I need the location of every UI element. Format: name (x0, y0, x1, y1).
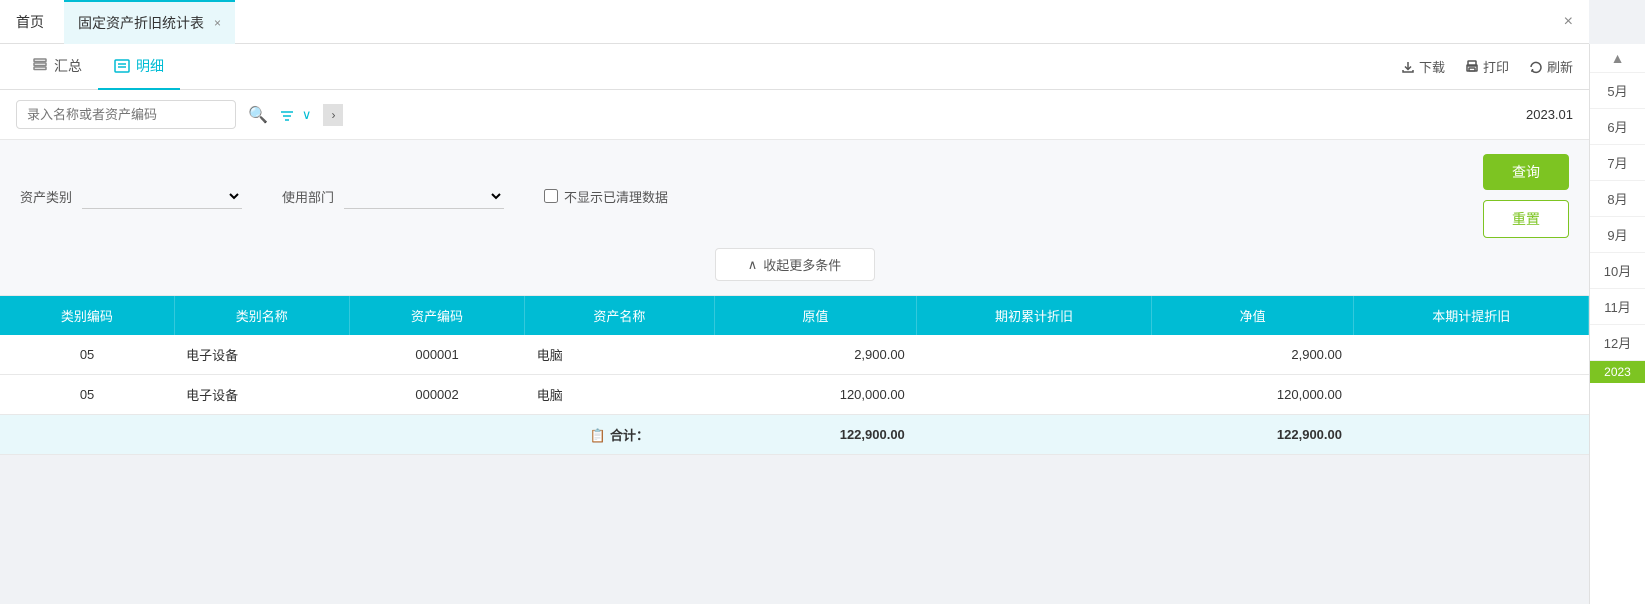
download-icon (1401, 60, 1415, 74)
tab-detail[interactable]: 明细 (98, 44, 180, 90)
cell-category-name: 电子设备 (174, 375, 349, 415)
refresh-button[interactable]: 刷新 (1529, 57, 1573, 76)
month-7[interactable]: 7月 (1590, 145, 1645, 181)
total-current-depreciation (1354, 415, 1589, 455)
total-label: 📋合计： (525, 415, 714, 455)
asset-type-filter: 资产类别 (20, 183, 242, 209)
cell-current-depreciation (1354, 375, 1589, 415)
search-input[interactable] (16, 100, 236, 129)
year-badge[interactable]: 2023 (1590, 361, 1645, 383)
expand-date-panel-button[interactable]: › (323, 104, 343, 126)
data-table: 类别编码 类别名称 资产编码 资产名称 原值 期初累计折旧 净值 本期计提折旧 … (0, 296, 1589, 455)
hide-cleared-checkbox[interactable] (544, 189, 558, 203)
collapse-filter-button[interactable]: ∧ 收起更多条件 (715, 248, 875, 281)
cell-net-value: 2,900.00 (1151, 335, 1354, 375)
col-category-name: 类别名称 (174, 296, 349, 335)
toolbar-right: 下载 打印 刷新 (1401, 57, 1573, 76)
data-table-wrapper: 类别编码 类别名称 资产编码 资产名称 原值 期初累计折旧 净值 本期计提折旧 … (0, 296, 1589, 455)
tab-close-icon[interactable]: × (214, 16, 221, 30)
print-button[interactable]: 打印 (1465, 57, 1509, 76)
cell-asset-code: 000002 (349, 375, 524, 415)
cell-asset-name: 电脑 (525, 375, 714, 415)
cell-net-value: 120,000.00 (1151, 375, 1354, 415)
tab-label: 固定资产折旧统计表 (78, 13, 204, 33)
refresh-icon (1529, 60, 1543, 74)
month-12[interactable]: 12月 (1590, 325, 1645, 361)
cell-asset-code: 000001 (349, 335, 524, 375)
cell-current-depreciation (1354, 335, 1589, 375)
search-bar: 🔍 ∨ › 2023.01 (0, 90, 1589, 140)
col-accumulated-depreciation: 期初累计折旧 (917, 296, 1151, 335)
total-net-value: 122,900.00 (1151, 415, 1354, 455)
asset-type-select[interactable] (82, 183, 242, 209)
department-label: 使用部门 (282, 187, 334, 206)
hide-cleared-label: 不显示已清理数据 (564, 187, 668, 206)
filter-area: 资产类别 使用部门 不显示已清理数据 查询 重置 ∧ (0, 140, 1589, 296)
chevron-up-icon: ∧ (748, 257, 758, 273)
detail-tab-label: 明细 (136, 56, 164, 76)
cell-category-code: 05 (0, 335, 174, 375)
hide-cleared-filter: 不显示已清理数据 (544, 187, 668, 206)
total-label-cell (0, 415, 525, 455)
cell-accumulated-depreciation (917, 335, 1151, 375)
department-filter: 使用部门 (282, 183, 504, 209)
sub-tabs-bar: 汇总 明细 下载 (0, 44, 1589, 90)
col-net-value: 净值 (1151, 296, 1354, 335)
print-icon (1465, 60, 1479, 74)
filter-icon (280, 108, 294, 122)
download-button[interactable]: 下载 (1401, 57, 1445, 76)
cell-category-code: 05 (0, 375, 174, 415)
col-category-code: 类别编码 (0, 296, 174, 335)
cell-original-value: 120,000.00 (714, 375, 917, 415)
col-asset-code: 资产编码 (349, 296, 524, 335)
month-scroll-up[interactable]: ▲ (1590, 44, 1645, 73)
table-header-row: 类别编码 类别名称 资产编码 资产名称 原值 期初累计折旧 净值 本期计提折旧 (0, 296, 1589, 335)
cell-asset-name: 电脑 (525, 335, 714, 375)
cell-original-value: 2,900.00 (714, 335, 917, 375)
table-row: 05 电子设备 000001 电脑 2,900.00 2,900.00 (0, 335, 1589, 375)
total-accumulated-depreciation (917, 415, 1151, 455)
summary-tab-label: 汇总 (54, 56, 82, 76)
month-10[interactable]: 10月 (1590, 253, 1645, 289)
month-8[interactable]: 8月 (1590, 181, 1645, 217)
layers-icon (32, 58, 48, 74)
active-tab[interactable]: 固定资产折旧统计表 × (64, 0, 235, 44)
home-nav[interactable]: 首页 (16, 12, 44, 32)
cell-accumulated-depreciation (917, 375, 1151, 415)
table-row: 05 电子设备 000002 电脑 120,000.00 120,000.00 (0, 375, 1589, 415)
tab-summary[interactable]: 汇总 (16, 44, 98, 90)
col-current-depreciation: 本期计提折旧 (1354, 296, 1589, 335)
list-icon (114, 58, 130, 74)
more-filter-button[interactable]: ∨ (280, 107, 312, 123)
search-icon[interactable]: 🔍 (248, 105, 268, 125)
cell-category-name: 电子设备 (174, 335, 349, 375)
month-11[interactable]: 11月 (1590, 289, 1645, 325)
date-label: 2023.01 (1526, 107, 1573, 122)
chevron-down-icon: ∨ (302, 107, 312, 123)
month-5[interactable]: 5月 (1590, 73, 1645, 109)
total-original-value: 122,900.00 (714, 415, 917, 455)
reset-button[interactable]: 重置 (1483, 200, 1569, 238)
col-asset-name: 资产名称 (525, 296, 714, 335)
asset-type-label: 资产类别 (20, 187, 72, 206)
query-button[interactable]: 查询 (1483, 154, 1569, 190)
filter-actions: 查询 重置 (1483, 154, 1569, 238)
month-9[interactable]: 9月 (1590, 217, 1645, 253)
window-close-icon[interactable]: × (1564, 13, 1573, 31)
right-month-panel: ▲ 5月 6月 7月 8月 9月 10月 11月 12月 2023 (1589, 44, 1645, 604)
month-6[interactable]: 6月 (1590, 109, 1645, 145)
department-select[interactable] (344, 183, 504, 209)
col-original-value: 原值 (714, 296, 917, 335)
table-total-row: 📋合计： 122,900.00 122,900.00 (0, 415, 1589, 455)
